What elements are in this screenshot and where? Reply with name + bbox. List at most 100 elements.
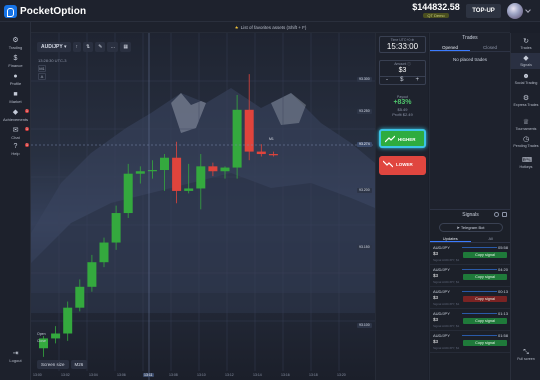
trend-down-icon <box>383 160 393 168</box>
candle-up <box>135 171 145 174</box>
sidebar-item-pending-trades[interactable]: ◷ Pending Trades <box>511 136 540 148</box>
copy-signal-button[interactable]: Copy signal <box>463 252 507 258</box>
info-icon[interactable] <box>494 212 499 217</box>
sidebar-item-social-trading[interactable]: ☻ Social Trading <box>511 73 540 85</box>
settings-icon[interactable] <box>502 212 507 217</box>
signal-sub: Signal AUD/JPY, $1 <box>433 302 460 306</box>
signal-time: 04:20 <box>497 267 508 272</box>
timeframe-m1-button[interactable]: M1 <box>38 65 46 72</box>
top-up-button[interactable]: TOP-UP <box>466 4 501 18</box>
sidebar-item-market[interactable]: ■ Market <box>0 91 31 104</box>
tab-closed[interactable]: Closed <box>470 43 510 51</box>
fullscreen-icon: ⤡ <box>523 349 529 356</box>
payout-percent: +83% <box>393 99 412 106</box>
time-tick: 13:08 <box>169 373 178 377</box>
signal-asset: AUD/JPY <box>433 267 450 272</box>
signals-title: Signals <box>462 212 479 218</box>
trades-title-text: Trades <box>462 35 478 41</box>
amount-field[interactable]: Amount ⓘ $3 - $ + <box>379 60 426 85</box>
timeframe-button[interactable]: ⇅ <box>83 42 94 52</box>
copy-signal-button[interactable]: Copy signal <box>463 318 507 324</box>
sidebar-item-label: Achievements <box>2 117 29 122</box>
close-label: Close <box>37 339 46 343</box>
candle-up <box>232 109 242 168</box>
payout-profit: Profit $2.49 <box>392 112 413 117</box>
balance-display[interactable]: $144832.58 QT Demo <box>410 2 462 20</box>
current-price-tag: 93.274 <box>357 142 372 147</box>
chevron-down-icon[interactable] <box>525 7 531 13</box>
trophy-icon: ♕ <box>522 119 530 126</box>
fullscreen-button[interactable]: ⤡ Full screen <box>511 349 540 361</box>
candle-down <box>172 157 182 191</box>
sidebar-item-chat[interactable]: ✉ Chat 1 <box>0 127 31 140</box>
signal-item: AUD/JPY $3 Signal AUD/JPY, $1 01:58 Copy… <box>430 331 511 353</box>
candlestick-plot <box>31 33 375 380</box>
sidebar-item-help[interactable]: ? Help 1 <box>0 143 31 156</box>
candle-up <box>87 262 97 287</box>
signal-asset: AUD/JPY <box>433 333 450 338</box>
chat-icon: ✉ <box>12 127 19 134</box>
logo-text: PocketOption <box>20 5 87 17</box>
drawing-tools-button[interactable]: ✎ <box>95 42 106 52</box>
expiry-time-field[interactable]: Time UTC+0 ⊕ 15:33:00 <box>379 36 426 53</box>
tab-updates[interactable]: Updates <box>430 235 471 242</box>
time-tick: 13:04 <box>89 373 98 377</box>
copy-signal-button[interactable]: Copy signal <box>463 274 507 280</box>
screen-size-button[interactable]: Screen size <box>37 360 69 369</box>
auto-scale-button[interactable]: A <box>38 73 46 80</box>
time-value: 15:33:00 <box>386 42 419 51</box>
sidebar-item-profile[interactable]: ● Profile <box>0 73 31 86</box>
telegram-bot-button[interactable]: ➤ Telegram Bot <box>438 223 503 232</box>
time-tick: 13:20 <box>337 373 346 377</box>
right-sidebar: ↻ Trades ◆ Signals ☻ Social Trading ⚙ Ex… <box>510 33 540 380</box>
logout-button[interactable]: ⇥ Logout <box>0 350 31 363</box>
tab-opened[interactable]: Opened <box>430 43 470 51</box>
higher-button[interactable]: HIGHER <box>379 129 426 148</box>
indicators-button[interactable]: … <box>107 42 119 52</box>
signal-sub: Signal AUD/JPY, $1 <box>433 258 460 262</box>
sidebar-item-label: Help <box>11 151 20 156</box>
avatar[interactable] <box>507 3 523 19</box>
sidebar-item-trades[interactable]: ↻ Trades <box>511 36 540 52</box>
sidebar-item-tournaments[interactable]: ♕ Tournaments <box>511 119 540 131</box>
plus-button[interactable]: + <box>415 77 419 84</box>
sidebar-item-finance[interactable]: $ Finance <box>0 55 31 68</box>
candle-up <box>63 307 73 334</box>
asset-selector[interactable]: AUD/JPY ▾ <box>37 42 71 52</box>
signal-amount: $3 <box>433 273 439 278</box>
favorites-bar[interactable]: ★ List of favorites assets (Shift + F) <box>31 22 510 33</box>
sidebar-item-label: Signals <box>520 63 532 67</box>
zoom-level-button[interactable]: M26 <box>70 360 88 369</box>
sidebar-item-express-trades[interactable]: ⚙ Express Trades <box>511 95 540 107</box>
trades-icon: ↻ <box>523 38 529 45</box>
sidebar-item-achievements[interactable]: ◆ Achievements 1 <box>0 109 31 122</box>
sidebar-item-signals[interactable]: ◆ Signals <box>511 53 540 69</box>
copy-signal-button[interactable]: Copy signal <box>463 296 507 302</box>
time-tick: 13:10 <box>197 373 206 377</box>
logo[interactable]: PocketOption <box>4 4 86 18</box>
amount-value: $3 <box>398 67 407 74</box>
price-chart[interactable]: AUD/JPY ▾ ↑ ⇅ ✎ … ▦ 13:28:30 UTC-3 M1 A … <box>31 33 375 380</box>
chart-type-button[interactable]: ↑ <box>72 42 81 52</box>
sidebar-item-hotkeys[interactable]: ⌨ Hotkeys <box>511 157 540 169</box>
sidebar-item-label: Tournaments <box>515 127 537 131</box>
tab-all[interactable]: All <box>471 235 512 242</box>
signals-icon: ◆ <box>523 55 529 62</box>
signals-header: Signals <box>430 210 511 220</box>
signal-time: 05:58 <box>497 245 508 250</box>
minus-button[interactable]: - <box>386 77 388 84</box>
chart-time: 13:28:30 UTC-3 <box>38 58 67 63</box>
signal-sub: Signal AUD/JPY, $1 <box>433 280 460 284</box>
currency-select[interactable]: $ <box>400 77 403 84</box>
sidebar-item-label: Trades <box>520 46 532 50</box>
no-trades-message: No placed trades <box>452 57 488 62</box>
copy-signal-button[interactable]: Copy signal <box>463 340 507 346</box>
layout-button[interactable]: ▦ <box>120 42 132 52</box>
lower-button[interactable]: LOWER <box>379 156 426 175</box>
sidebar-item-trading[interactable]: ⚙ Trading <box>0 37 31 50</box>
time-tick: 13:14 <box>253 373 262 377</box>
chevron-down-icon: ▾ <box>63 44 67 50</box>
chart-bottom-controls: Screen size M26 <box>37 360 88 369</box>
candle-up <box>51 333 61 339</box>
asset-label: AUD/JPY <box>41 44 63 50</box>
